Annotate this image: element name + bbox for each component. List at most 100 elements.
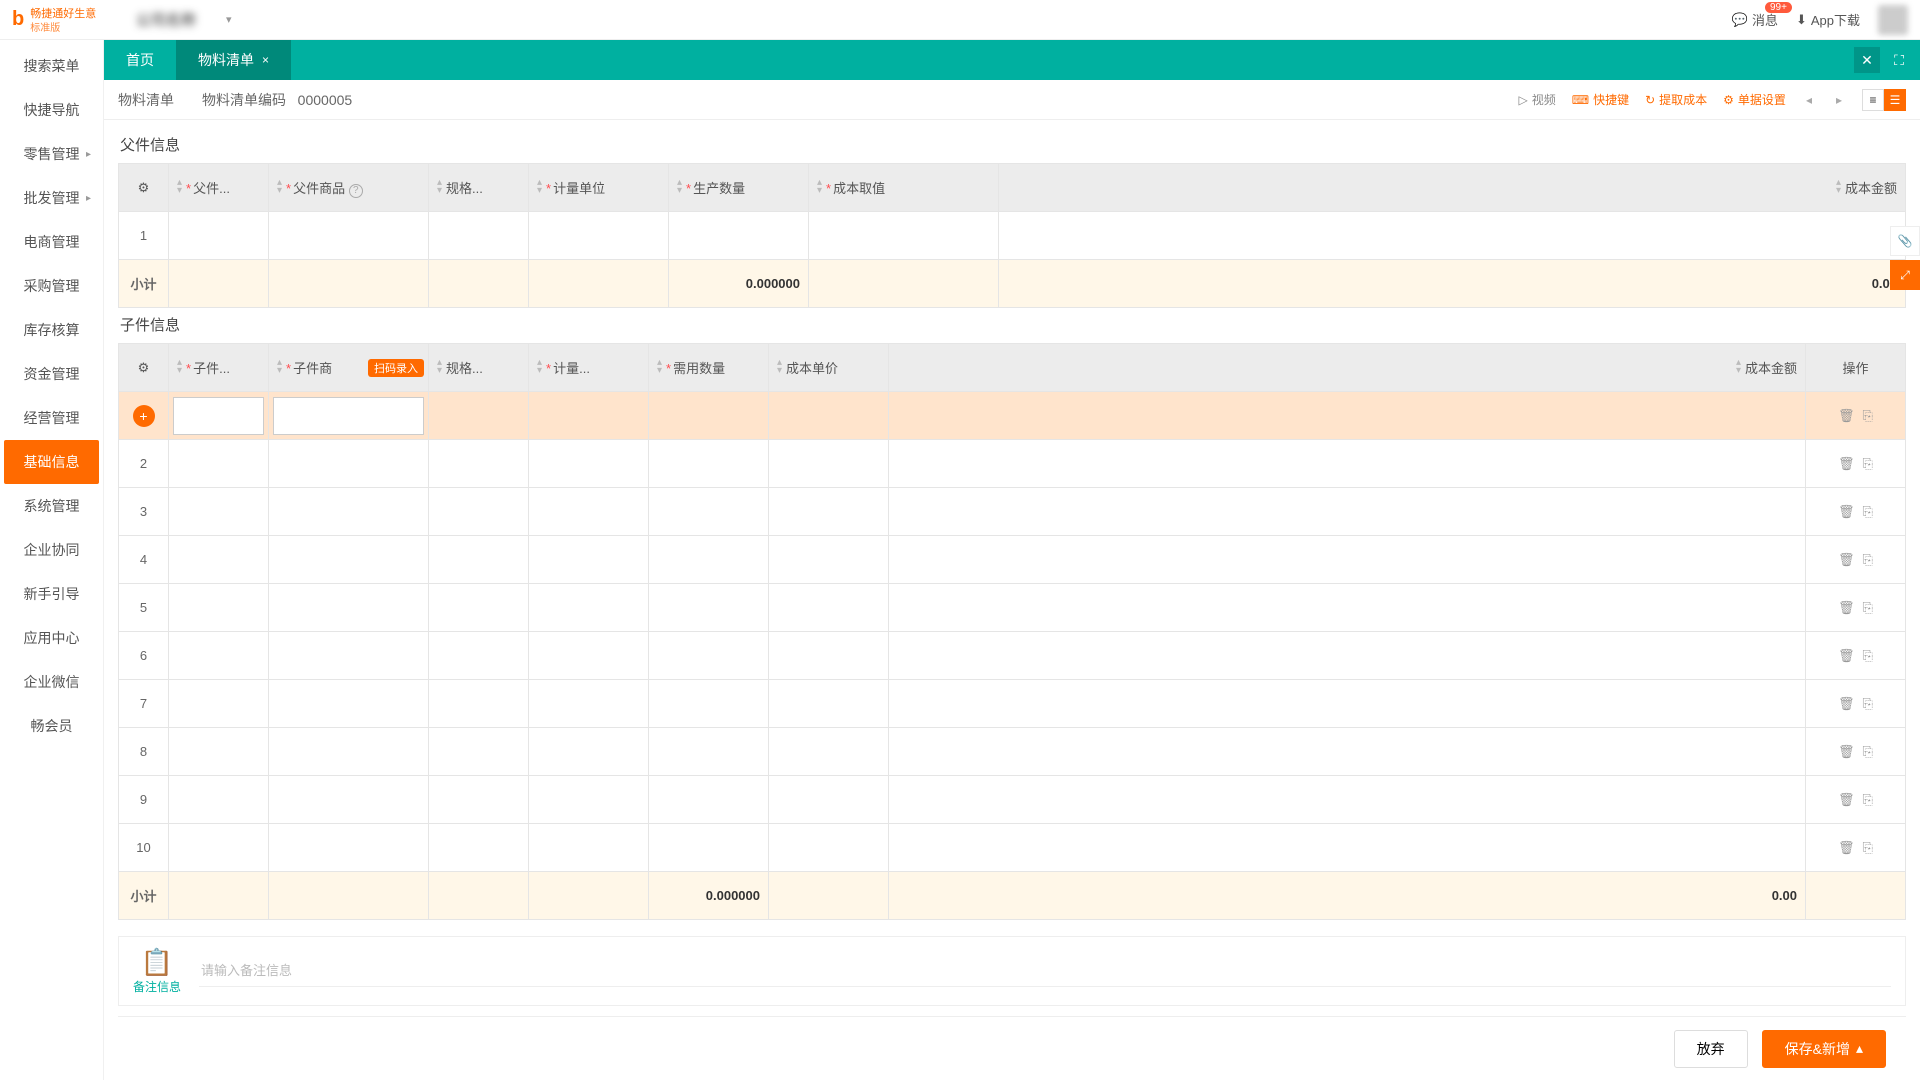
sidebar-item[interactable]: 新手引导 [0,572,103,616]
table-row[interactable]: + 🗑 ⎘ [119,392,1906,440]
sidebar-item[interactable]: 企业协同 [0,528,103,572]
company-name[interactable]: 公司名称 [136,9,196,30]
delete-icon[interactable]: 🗑 [1838,600,1855,615]
sidebar-item[interactable]: 零售管理▸ [0,132,103,176]
col-child-code[interactable]: 子件... [193,361,230,376]
col-parent-spec[interactable]: 规格... [446,181,483,196]
col-parent-qty[interactable]: 生产数量 [693,181,745,196]
delete-icon[interactable]: 🗑 [1838,648,1855,663]
remark-icon: 📋 备注信息 [133,947,181,995]
table-row[interactable]: 10🗑⎘ [119,824,1906,872]
copy-icon[interactable]: ⎘ [1863,696,1873,711]
gear-icon[interactable]: ⚙ [138,360,150,375]
delete-icon[interactable]: 🗑 [1838,552,1855,567]
table-row[interactable]: 2🗑⎘ [119,440,1906,488]
child-subtotal-row: 小计0.0000000.00 [119,872,1906,920]
tab[interactable]: 物料清单× [176,40,291,80]
table-row[interactable]: 4🗑⎘ [119,536,1906,584]
attachment-icon[interactable]: 📎 [1890,226,1920,256]
sidebar-item[interactable]: 电商管理 [0,220,103,264]
delete-icon[interactable]: 🗑 [1838,744,1855,759]
sidebar-item[interactable]: 快捷导航 [0,88,103,132]
gear-icon[interactable]: ⚙ [138,180,150,195]
sidebar-item[interactable]: 搜索菜单 [0,44,103,88]
doc-setting-link[interactable]: ⚙单据设置 [1723,91,1786,108]
sidebar-item[interactable]: 采购管理 [0,264,103,308]
delete-icon[interactable]: 🗑 [1838,840,1855,855]
next-page-icon[interactable]: ▸ [1832,93,1846,107]
copy-icon[interactable]: ⎘ [1863,456,1873,471]
copy-icon[interactable]: ⎘ [1863,648,1873,663]
chat-icon: 💬 [1732,12,1748,28]
tab-close-all-button[interactable]: ✕ [1854,47,1880,73]
delete-icon[interactable]: 🗑 [1838,696,1855,711]
row-index: 8 [119,728,169,776]
download-icon: ⬇ [1796,12,1807,28]
delete-icon[interactable]: 🗑 [1838,504,1855,519]
delete-icon[interactable]: 🗑 [1838,792,1855,807]
col-parent-product[interactable]: 父件商品 [293,181,345,196]
col-child-spec[interactable]: 规格... [446,361,483,376]
sidebar-item[interactable]: 资金管理 [0,352,103,396]
copy-icon[interactable]: ⎘ [1863,408,1873,423]
col-parent-code[interactable]: 父件... [193,181,230,196]
sidebar-item[interactable]: 系统管理 [0,484,103,528]
copy-icon[interactable]: ⎘ [1863,792,1873,807]
col-child-price[interactable]: 成本单价 [786,361,838,376]
copy-icon[interactable]: ⎘ [1863,552,1873,567]
chevron-down-icon[interactable]: ▾ [226,13,232,26]
copy-icon[interactable]: ⎘ [1863,600,1873,615]
copy-icon[interactable]: ⎘ [1863,504,1873,519]
view-list-button[interactable]: ≡ [1862,89,1884,111]
col-parent-costsrc[interactable]: 成本取值 [833,181,885,196]
prev-page-icon[interactable]: ◂ [1802,93,1816,107]
copy-icon[interactable]: ⎘ [1863,744,1873,759]
col-child-qty[interactable]: 需用数量 [673,361,725,376]
shortcut-link[interactable]: ⌨快捷键 [1572,91,1629,108]
table-row[interactable]: 3🗑⎘ [119,488,1906,536]
fullscreen-icon[interactable]: ⛶ [1886,47,1912,73]
col-parent-amount[interactable]: 成本金额 [1845,181,1897,196]
add-row-button[interactable]: + [133,405,155,427]
view-form-button[interactable]: ☰ [1884,89,1906,111]
info-icon[interactable]: ? [349,184,363,198]
col-child-unit[interactable]: 计量... [553,361,590,376]
table-row[interactable]: 9🗑⎘ [119,776,1906,824]
sidebar-item[interactable]: 畅会员 [0,704,103,748]
tab[interactable]: 首页 [104,40,176,80]
main-area: 首页物料清单× ✕ ⛶ 物料清单 物料清单编码 0000005 ▷视频 ⌨快捷键… [104,40,1920,1080]
app-download-button[interactable]: ⬇ App下载 [1796,10,1860,29]
cell-input[interactable] [273,397,424,435]
cancel-button[interactable]: 放弃 [1674,1030,1748,1068]
child-section-title: 子件信息 [120,314,1906,335]
delete-icon[interactable]: 🗑 [1838,408,1855,423]
scan-input-button[interactable]: 扫码录入 [368,359,424,377]
close-icon[interactable]: × [262,53,269,67]
col-child-product[interactable]: 子件商 [293,361,332,376]
sidebar-item[interactable]: 库存核算 [0,308,103,352]
delete-icon[interactable]: 🗑 [1838,456,1855,471]
expand-icon[interactable]: ⤢ [1890,260,1920,290]
sidebar-item[interactable]: 基础信息 [4,440,99,484]
video-link[interactable]: ▷视频 [1518,91,1555,108]
avatar[interactable] [1878,5,1908,35]
table-row[interactable]: 1 [119,212,1906,260]
col-child-amount[interactable]: 成本金额 [1745,361,1797,376]
row-ops: 🗑⎘ [1806,632,1906,680]
save-and-new-button[interactable]: 保存&新增▴ [1762,1030,1886,1068]
sidebar-item[interactable]: 批发管理▸ [0,176,103,220]
cell-input[interactable] [173,397,264,435]
table-row[interactable]: 8 🗑 ⎘ [119,728,1906,776]
table-row[interactable]: 5🗑⎘ [119,584,1906,632]
sidebar-item[interactable]: 应用中心 [0,616,103,660]
copy-icon[interactable]: ⎘ [1863,840,1873,855]
col-parent-unit[interactable]: 计量单位 [553,181,605,196]
sidebar-item[interactable]: 经营管理 [0,396,103,440]
remark-input[interactable] [199,955,1891,987]
extract-cost-link[interactable]: ↻提取成本 [1645,91,1707,108]
row-index: 7 [119,680,169,728]
sidebar-item[interactable]: 企业微信 [0,660,103,704]
table-row[interactable]: 7 🗑 ⎘ [119,680,1906,728]
messages-button[interactable]: 💬 消息 99+ [1732,10,1778,29]
table-row[interactable]: 6🗑⎘ [119,632,1906,680]
